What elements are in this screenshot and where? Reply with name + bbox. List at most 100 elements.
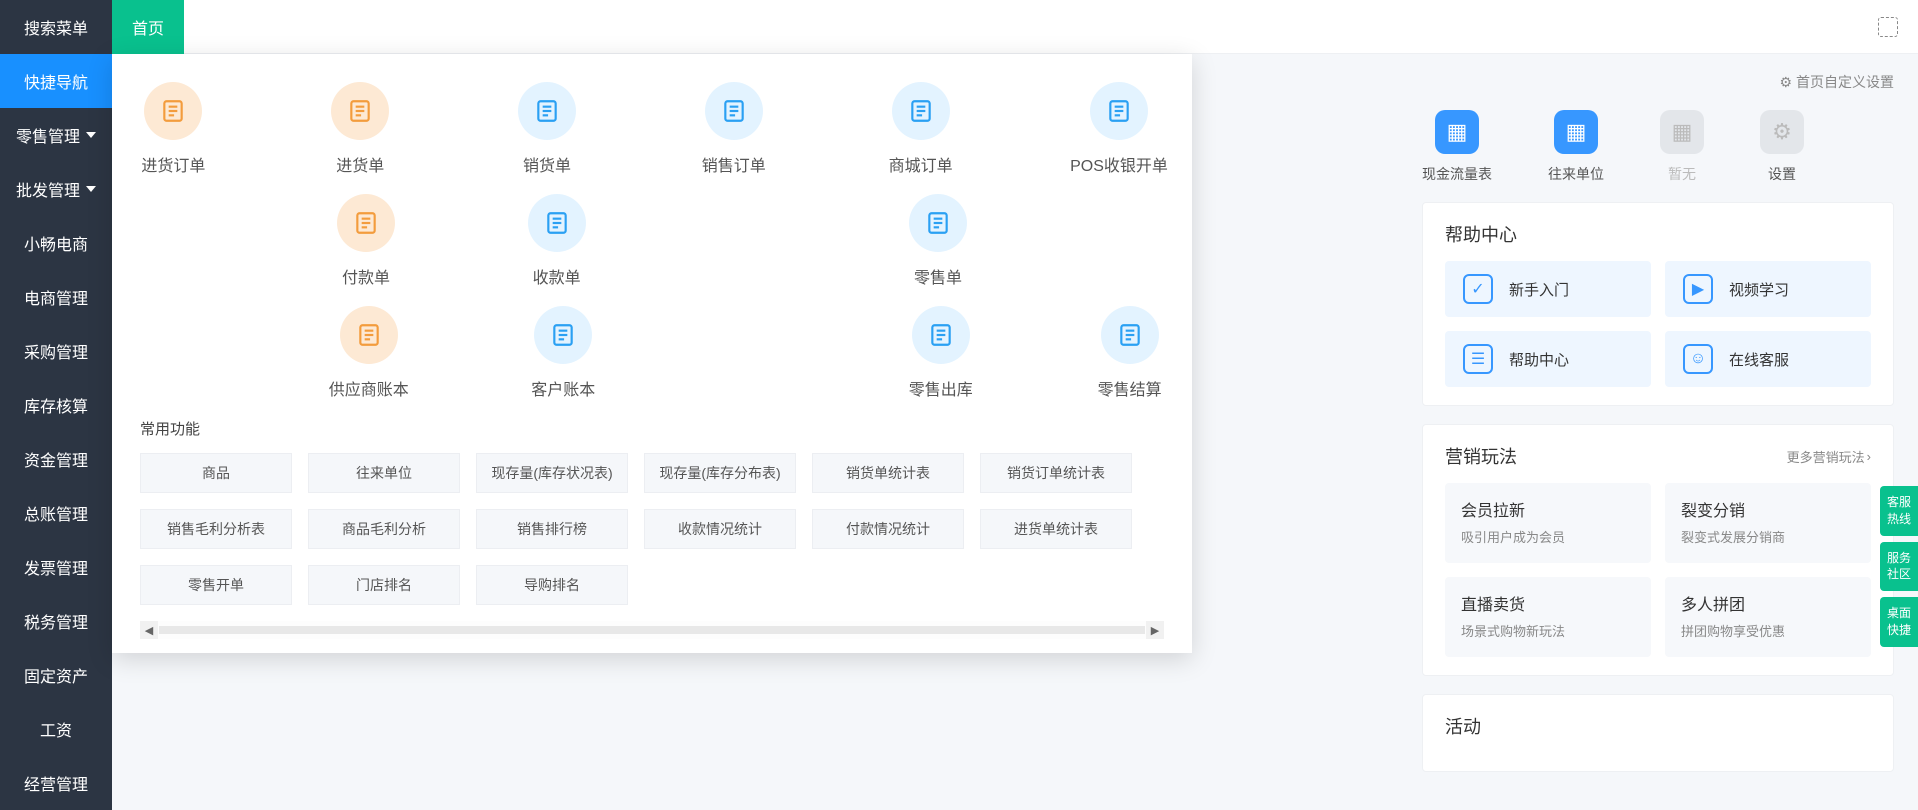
sidebar-item-label: 资金管理 [24,447,88,471]
help-3[interactable]: ☺在线客服 [1665,331,1871,387]
chevron-down-icon [86,132,96,138]
common-functions-title: 常用功能 [140,418,1164,439]
sidebar-item-4[interactable]: 小畅电商 [0,216,112,270]
flow-收款单[interactable]: 收款单 [521,194,592,288]
document-icon [518,82,576,140]
gear-icon: ⚙ [1779,74,1792,91]
marketing-1[interactable]: 裂变分销裂变式发展分销商 [1665,483,1871,563]
fn-4[interactable]: 销货单统计表 [812,453,964,493]
flow-零售单[interactable]: 零售单 [903,194,974,288]
flow-零售结算[interactable]: 零售结算 [1095,306,1164,400]
fn-11[interactable]: 进货单统计表 [980,509,1132,549]
fn-6[interactable]: 销售毛利分析表 [140,509,292,549]
help-icon: ▶ [1683,274,1713,304]
sidebar-item-label: 固定资产 [24,663,88,687]
sidebar-item-1[interactable]: 快捷导航 [0,54,112,108]
sidebar-item-label: 工资 [40,717,72,741]
marketing-card: 营销玩法 更多营销玩法› 会员拉新吸引用户成为会员裂变分销裂变式发展分销商直播卖… [1422,424,1894,676]
fn-3[interactable]: 现存量(库存分布表) [644,453,796,493]
fn-2[interactable]: 现存量(库存状况表) [476,453,628,493]
flow-供应商账本[interactable]: 供应商账本 [329,306,409,400]
sidebar-item-2[interactable]: 零售管理 [0,108,112,162]
flow-销售订单[interactable]: 销售订单 [700,82,767,176]
sidebar-item-11[interactable]: 税务管理 [0,594,112,648]
flow-label: 客户账本 [531,376,595,400]
flow-付款单[interactable]: 付款单 [331,194,402,288]
marketing-2[interactable]: 直播卖货场景式购物新玩法 [1445,577,1651,657]
sidebar-item-0[interactable]: 搜索菜单 [0,0,112,54]
quick-3[interactable]: ⚙设置 [1760,110,1804,184]
flow-POS收银开单[interactable]: POS收银开单 [1074,82,1164,176]
help-1[interactable]: ▶视频学习 [1665,261,1871,317]
fullscreen-icon[interactable] [1878,17,1898,37]
side-floaters: 客服热线服务社区桌面快捷 [1880,486,1918,647]
help-label: 新手入门 [1509,279,1569,300]
scroll-left-icon[interactable]: ◀ [140,621,158,639]
home-custom-setting-link[interactable]: ⚙ 首页自定义设置 [1422,72,1894,92]
quick-0[interactable]: ▦ 现金流量表 [1422,110,1492,184]
help-0[interactable]: ✓新手入门 [1445,261,1651,317]
flow-零售出库[interactable]: 零售出库 [906,306,975,400]
sidebar-item-10[interactable]: 发票管理 [0,540,112,594]
sidebar-item-label: 税务管理 [24,609,88,633]
help-center-title: 帮助中心 [1445,221,1517,247]
flow-进货订单[interactable]: 进货订单 [140,82,207,176]
flow-label: 商城订单 [889,152,953,176]
quick-2[interactable]: ▦暂无 [1660,110,1704,184]
fn-1[interactable]: 往来单位 [308,453,460,493]
fn-14[interactable]: 导购排名 [476,565,628,605]
marketing-title: 营销玩法 [1445,443,1517,469]
fn-5[interactable]: 销货订单统计表 [980,453,1132,493]
sidebar-item-label: 批发管理 [16,177,80,201]
sidebar-item-3[interactable]: 批发管理 [0,162,112,216]
flow-label: 零售出库 [909,376,973,400]
sidebar-item-label: 总账管理 [24,501,88,525]
sidebar-item-12[interactable]: 固定资产 [0,648,112,702]
quick-1[interactable]: ▦往来单位 [1548,110,1604,184]
flow-客户账本[interactable]: 客户账本 [529,306,598,400]
marketing-item-sub: 吸引用户成为会员 [1461,527,1635,546]
marketing-0[interactable]: 会员拉新吸引用户成为会员 [1445,483,1651,563]
sidebar-item-7[interactable]: 库存核算 [0,378,112,432]
sidebar-item-13[interactable]: 工资 [0,702,112,756]
document-icon [912,306,970,364]
document-icon [528,194,586,252]
sidebar-item-14[interactable]: 经营管理 [0,756,112,810]
quick-label: 现金流量表 [1422,164,1492,184]
help-2[interactable]: ☰帮助中心 [1445,331,1651,387]
sidebar-item-6[interactable]: 采购管理 [0,324,112,378]
floater-0[interactable]: 客服热线 [1880,486,1918,536]
floater-1[interactable]: 服务社区 [1880,542,1918,592]
sidebar-item-5[interactable]: 电商管理 [0,270,112,324]
sidebar-item-label: 零售管理 [16,123,80,147]
sidebar-item-label: 发票管理 [24,555,88,579]
fn-9[interactable]: 收款情况统计 [644,509,796,549]
floater-2[interactable]: 桌面快捷 [1880,597,1918,647]
megamenu-scrollbar[interactable]: ◀ ▶ [140,621,1164,639]
fn-7[interactable]: 商品毛利分析 [308,509,460,549]
fn-12[interactable]: 零售开单 [140,565,292,605]
fn-10[interactable]: 付款情况统计 [812,509,964,549]
flow-商城订单[interactable]: 商城订单 [887,82,954,176]
sidebar-item-label: 库存核算 [24,393,88,417]
sidebar-item-9[interactable]: 总账管理 [0,486,112,540]
flow-label: 零售单 [914,264,962,288]
tab-home[interactable]: 首页 [112,0,184,54]
sidebar-item-8[interactable]: 资金管理 [0,432,112,486]
help-center-card: 帮助中心 ✓新手入门▶视频学习☰帮助中心☺在线客服 [1422,202,1894,406]
marketing-more-link[interactable]: 更多营销玩法› [1787,447,1871,466]
document-icon [892,82,950,140]
flow-label: 销货单 [523,152,571,176]
marketing-3[interactable]: 多人拼团拼团购物享受优惠 [1665,577,1871,657]
fn-13[interactable]: 门店排名 [308,565,460,605]
document-icon [1101,306,1159,364]
quick-icon: ▦ [1435,110,1479,154]
scroll-right-icon[interactable]: ▶ [1146,621,1164,639]
fn-8[interactable]: 销售排行榜 [476,509,628,549]
fn-0[interactable]: 商品 [140,453,292,493]
flow-进货单[interactable]: 进货单 [327,82,394,176]
flow-label: 销售订单 [702,152,766,176]
chevron-down-icon [86,186,96,192]
flow-销货单[interactable]: 销货单 [514,82,581,176]
document-icon [340,306,398,364]
